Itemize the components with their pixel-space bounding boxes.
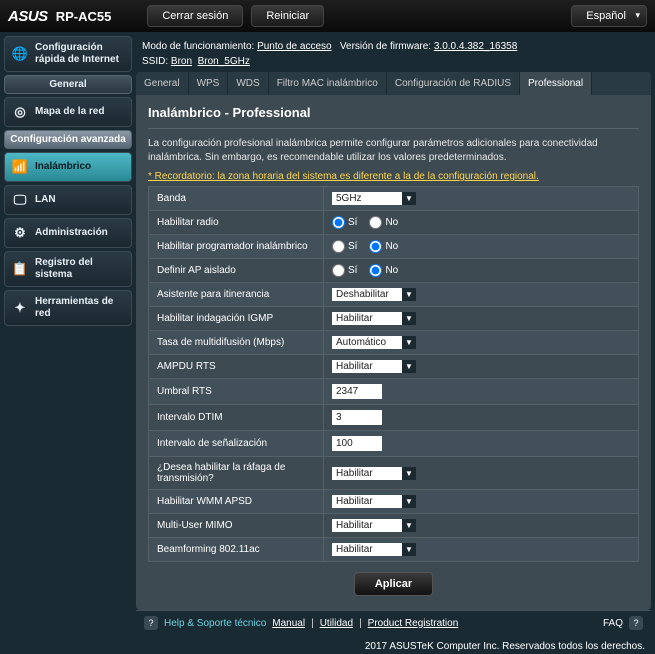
brand-logo: ASUS <box>8 8 48 25</box>
band-select[interactable]: 5GHz <box>332 192 402 205</box>
settings-table: Banda 5GHz▼ Habilitar radio Sí No Habili… <box>148 186 639 562</box>
tools-icon: ✦ <box>11 299 29 317</box>
radio-yes[interactable]: Sí <box>332 264 357 277</box>
ampdu-select[interactable]: Habilitar <box>332 360 402 373</box>
ssid1-link[interactable]: Bron <box>171 56 192 67</box>
row-label: Habilitar WMM APSD <box>149 490 324 514</box>
panel: Inalámbrico - Professional La configurac… <box>136 95 651 610</box>
bf-select[interactable]: Habilitar <box>332 543 402 556</box>
lan-icon: 🖵 <box>11 191 29 209</box>
help-icon: ? <box>144 616 158 630</box>
sidebar-header-advanced: Configuración avanzada <box>4 130 132 149</box>
globe-icon: 🌐 <box>11 45 29 63</box>
row-label: Beamforming 802.11ac <box>149 538 324 562</box>
firmware-link[interactable]: 3.0.0.4.382_16358 <box>434 41 517 52</box>
sidebar-label: Administración <box>35 227 108 239</box>
timezone-warning[interactable]: * Recordatorio: la zona horaria del sist… <box>148 171 639 182</box>
sidebar-label: Mapa de la red <box>35 106 104 118</box>
row-label: Multi-User MIMO <box>149 514 324 538</box>
tabs: General WPS WDS Filtro MAC inalámbrico C… <box>136 72 651 95</box>
sidebar-nettools[interactable]: ✦ Herramientas de red <box>4 290 132 326</box>
sidebar-admin[interactable]: ⚙ Administración <box>4 218 132 248</box>
row-label: Intervalo DTIM <box>149 405 324 431</box>
row-label: Definir AP aislado <box>149 259 324 283</box>
map-icon: ◎ <box>11 103 29 121</box>
top-bar: ASUS RP-AC55 Cerrar sesión Reiniciar Esp… <box>0 0 655 32</box>
radio-yes[interactable]: Sí <box>332 240 357 253</box>
language-select[interactable]: Español <box>571 5 647 27</box>
sidebar: 🌐 Configuración rápida de Internet Gener… <box>4 36 132 635</box>
admin-icon: ⚙ <box>11 224 29 242</box>
panel-desc: La configuración profesional inalámbrica… <box>148 137 639 165</box>
reboot-button[interactable]: Reiniciar <box>251 5 324 27</box>
faq-icon: ? <box>629 616 643 630</box>
dropdown-arrow-icon[interactable]: ▼ <box>402 519 416 532</box>
apply-button[interactable]: Aplicar <box>354 572 433 596</box>
row-label: Banda <box>149 187 324 211</box>
radio-no[interactable]: No <box>369 240 398 253</box>
sidebar-network-map[interactable]: ◎ Mapa de la red <box>4 97 132 127</box>
tab-radius[interactable]: Configuración de RADIUS <box>387 72 520 95</box>
dropdown-arrow-icon[interactable]: ▼ <box>402 192 416 205</box>
wmm-select[interactable]: Habilitar <box>332 495 402 508</box>
row-label: Habilitar radio <box>149 211 324 235</box>
status-row: Modo de funcionamiento: Punto de acceso … <box>136 36 651 72</box>
dropdown-arrow-icon[interactable]: ▼ <box>402 543 416 556</box>
radio-no[interactable]: No <box>369 264 398 277</box>
row-label: Intervalo de señalización <box>149 431 324 457</box>
igmp-select[interactable]: Habilitar <box>332 312 402 325</box>
row-label: ¿Desea habilitar la ráfaga de transmisió… <box>149 457 324 490</box>
tab-wds[interactable]: WDS <box>228 72 268 95</box>
log-icon: 📋 <box>11 260 29 278</box>
ssid2-link[interactable]: Bron_5GHz <box>198 56 250 67</box>
sidebar-syslog[interactable]: 📋 Registro del sistema <box>4 251 132 287</box>
faq-link[interactable]: FAQ <box>603 618 623 629</box>
panel-title: Inalámbrico - Professional <box>148 105 639 129</box>
rts-input[interactable] <box>332 384 382 399</box>
utility-link[interactable]: Utilidad <box>320 618 353 629</box>
row-label: Asistente para itinerancia <box>149 283 324 307</box>
mcast-select[interactable]: Automático <box>332 336 402 349</box>
mode-link[interactable]: Punto de acceso <box>257 41 332 52</box>
tab-macfilter[interactable]: Filtro MAC inalámbrico <box>269 72 387 95</box>
sidebar-label: LAN <box>35 194 56 206</box>
row-label: AMPDU RTS <box>149 355 324 379</box>
row-label: Tasa de multidifusión (Mbps) <box>149 331 324 355</box>
sidebar-header-general: General <box>4 75 132 94</box>
tab-professional[interactable]: Professional <box>520 72 592 95</box>
model-label: RP-AC55 <box>56 9 112 24</box>
productreg-link[interactable]: Product Registration <box>368 618 459 629</box>
dropdown-arrow-icon[interactable]: ▼ <box>402 467 416 480</box>
roam-select[interactable]: Deshabilitar <box>332 288 402 301</box>
sidebar-label: Inalámbrico <box>35 161 91 173</box>
dropdown-arrow-icon[interactable]: ▼ <box>402 312 416 325</box>
dropdown-arrow-icon[interactable]: ▼ <box>402 336 416 349</box>
help-label: Help & Soporte técnico <box>164 618 266 629</box>
footer: ? Help & Soporte técnico Manual | Utilid… <box>136 610 651 635</box>
beacon-input[interactable] <box>332 436 382 451</box>
sidebar-lan[interactable]: 🖵 LAN <box>4 185 132 215</box>
sidebar-label: Herramientas de red <box>35 296 125 320</box>
tab-general[interactable]: General <box>136 72 189 95</box>
manual-link[interactable]: Manual <box>272 618 305 629</box>
dtim-input[interactable] <box>332 410 382 425</box>
radio-yes[interactable]: Sí <box>332 216 357 229</box>
tab-wps[interactable]: WPS <box>189 72 229 95</box>
copyright: 2017 ASUSTeK Computer Inc. Reservados to… <box>0 639 655 654</box>
burst-select[interactable]: Habilitar <box>332 467 402 480</box>
wifi-icon: 📶 <box>11 158 29 176</box>
row-label: Habilitar indagación IGMP <box>149 307 324 331</box>
dropdown-arrow-icon[interactable]: ▼ <box>402 360 416 373</box>
sidebar-label: Configuración rápida de Internet <box>35 42 125 66</box>
logout-button[interactable]: Cerrar sesión <box>147 5 243 27</box>
sidebar-label: Registro del sistema <box>35 257 125 281</box>
sidebar-wireless[interactable]: 📶 Inalámbrico <box>4 152 132 182</box>
radio-no[interactable]: No <box>369 216 398 229</box>
dropdown-arrow-icon[interactable]: ▼ <box>402 495 416 508</box>
row-label: Habilitar programador inalámbrico <box>149 235 324 259</box>
sidebar-quick-setup[interactable]: 🌐 Configuración rápida de Internet <box>4 36 132 72</box>
mumimo-select[interactable]: Habilitar <box>332 519 402 532</box>
dropdown-arrow-icon[interactable]: ▼ <box>402 288 416 301</box>
row-label: Umbral RTS <box>149 379 324 405</box>
